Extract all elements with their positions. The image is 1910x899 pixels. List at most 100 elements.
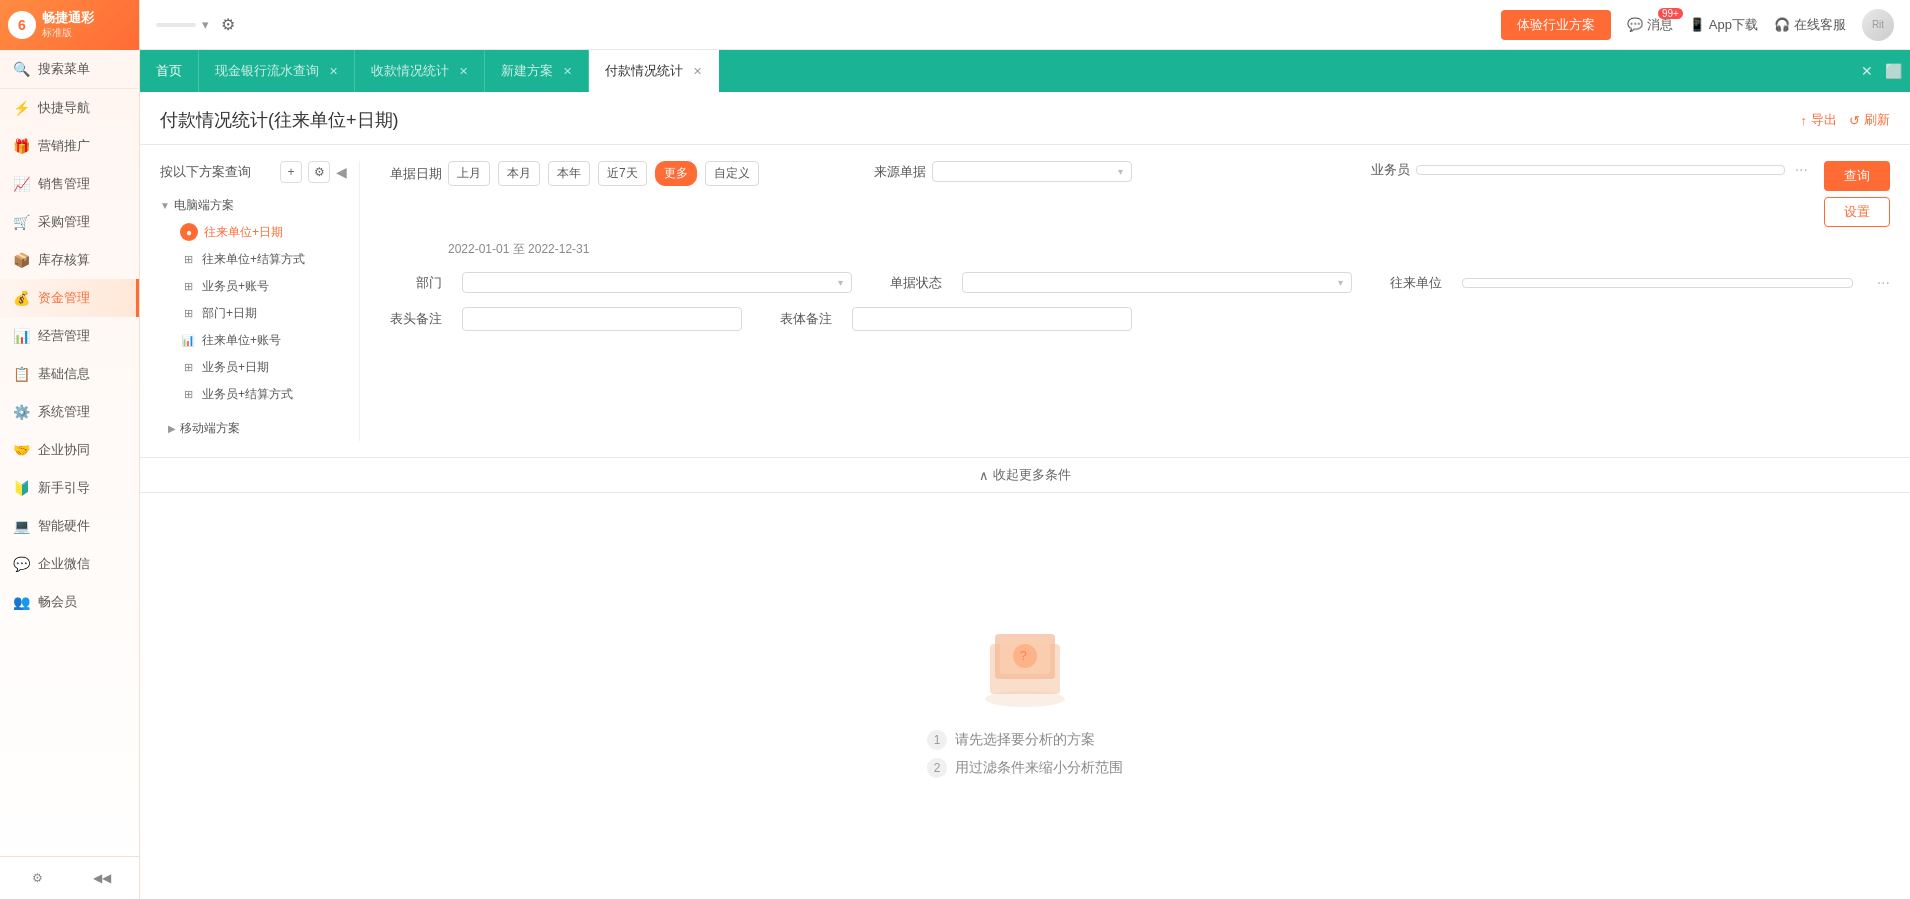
scheme-item-dept-date[interactable]: ⊞ 部门+日期 xyxy=(160,300,347,327)
date-btn-more[interactable]: 更多 xyxy=(655,161,697,186)
scheme-item-staff-date[interactable]: ⊞ 业务员+日期 xyxy=(160,354,347,381)
maximize-window-btn[interactable]: ⬜ xyxy=(1884,62,1902,80)
scheme-item-unit-date[interactable]: ● 往来单位+日期 xyxy=(160,218,347,246)
topbar-icons: 💬 消息 99+ 📱 App下载 🎧 在线客服 Rit xyxy=(1627,9,1894,41)
settings-icon-btn[interactable]: ⚙ xyxy=(221,15,235,34)
filter-settings-btn[interactable]: 设置 xyxy=(1824,197,1890,227)
refresh-button[interactable]: ↺ 刷新 xyxy=(1849,111,1890,129)
tab-home-label: 首页 xyxy=(156,62,182,80)
counterpart-select[interactable] xyxy=(1462,278,1852,288)
date-btn-this-year[interactable]: 本年 xyxy=(548,161,590,186)
sidebar-item-guide[interactable]: 🔰 新手引导 xyxy=(0,469,139,507)
company-selector[interactable]: ▾ xyxy=(156,17,209,32)
tip-num-2: 2 xyxy=(927,758,947,778)
collapse-more-button[interactable]: ∧ 收起更多条件 xyxy=(979,466,1071,484)
service-icon: 🎧 xyxy=(1774,17,1790,32)
scheme-item-icon-unit-account: 📊 xyxy=(180,333,196,349)
main-content: ▾ ⚙ 体验行业方案 💬 消息 99+ 📱 App下载 🎧 xyxy=(140,0,1910,899)
sidebar-item-management[interactable]: 📊 经营管理 xyxy=(0,317,139,355)
voucher-status-label: 单据状态 xyxy=(872,274,942,292)
scheme-item-icon-dept-date: ⊞ xyxy=(180,306,196,322)
scheme-item-label: 往来单位+结算方式 xyxy=(202,251,305,268)
online-service-btn[interactable]: 🎧 在线客服 xyxy=(1774,16,1846,34)
collapse-scheme-btn[interactable]: ◀ xyxy=(336,164,347,180)
scheme-item-unit-account[interactable]: 📊 往来单位+账号 xyxy=(160,327,347,354)
voucher-status-select[interactable]: ▾ xyxy=(962,272,1352,293)
tab-bank-close[interactable]: ✕ xyxy=(329,65,338,78)
online-service-label: 在线客服 xyxy=(1794,16,1846,34)
filter-area: 单据日期 上月 本月 本年 近7天 更多 自定义 xyxy=(372,161,1890,441)
source-label: 来源单据 xyxy=(856,163,926,181)
empty-state: ? 1 请先选择要分析的方案 2 用过滤条件来缩小分析范围 xyxy=(140,493,1910,899)
mobile-scheme-group[interactable]: ▶ 移动端方案 xyxy=(160,416,347,441)
tab-receipts-close[interactable]: ✕ xyxy=(459,65,468,78)
sidebar-item-member[interactable]: 👥 畅会员 xyxy=(0,583,139,621)
purchase-icon: 🛒 xyxy=(12,213,30,231)
tip-text-2: 用过滤条件来缩小分析范围 xyxy=(955,759,1123,777)
settings-footer-btn[interactable]: ⚙ xyxy=(8,865,67,891)
sidebar-item-hardware[interactable]: 💻 智能硬件 xyxy=(0,507,139,545)
header-note-input[interactable] xyxy=(462,307,742,331)
scheme-item-label: 往来单位+日期 xyxy=(204,224,283,241)
date-btn-this-month[interactable]: 本月 xyxy=(498,161,540,186)
tab-new-plan[interactable]: 新建方案 ✕ xyxy=(485,50,589,92)
topbar-actions: 体验行业方案 💬 消息 99+ 📱 App下载 🎧 在线客服 xyxy=(1501,9,1894,41)
staff-more-btn[interactable]: ··· xyxy=(1795,161,1808,179)
tab-bank[interactable]: 现金银行流水查询 ✕ xyxy=(199,50,355,92)
sidebar-item-label: 快捷导航 xyxy=(38,99,90,117)
source-select[interactable]: ▾ xyxy=(932,161,1132,182)
scheme-panel-title: 按以下方案查询 xyxy=(160,163,251,181)
messages-btn[interactable]: 💬 消息 99+ xyxy=(1627,16,1673,34)
sidebar-item-quick-nav[interactable]: ⚡ 快捷导航 xyxy=(0,89,139,127)
query-button[interactable]: 查询 xyxy=(1824,161,1890,191)
sidebar-item-corp[interactable]: 🤝 企业协同 xyxy=(0,431,139,469)
collapse-more-label: 收起更多条件 xyxy=(993,466,1071,484)
page-header: 付款情况统计(往来单位+日期) ↑ 导出 ↺ 刷新 xyxy=(140,92,1910,145)
dept-select[interactable]: ▾ xyxy=(462,272,852,293)
tab-home[interactable]: 首页 xyxy=(140,50,199,92)
body-note-input[interactable] xyxy=(852,307,1132,331)
add-scheme-btn[interactable]: + xyxy=(280,161,302,183)
close-window-btn[interactable]: ✕ xyxy=(1858,62,1876,80)
sidebar-item-inventory[interactable]: 📦 库存核算 xyxy=(0,241,139,279)
sidebar-item-system[interactable]: ⚙️ 系统管理 xyxy=(0,393,139,431)
counterpart-label: 往来单位 xyxy=(1372,274,1442,292)
dept-select-arrow: ▾ xyxy=(838,277,843,288)
tip-text-1: 请先选择要分析的方案 xyxy=(955,731,1095,749)
tip-num-1: 1 xyxy=(927,730,947,750)
settings-scheme-btn[interactable]: ⚙ xyxy=(308,161,330,183)
sidebar-item-label: 资金管理 xyxy=(38,289,90,307)
company-dropdown-icon: ▾ xyxy=(202,17,209,32)
scheme-panel: 按以下方案查询 + ⚙ ◀ ▼ 电脑端方案 ● xyxy=(160,161,360,441)
date-btn-7days[interactable]: 近7天 xyxy=(598,161,647,186)
tabbar-spacer xyxy=(719,50,1850,92)
scheme-item-staff-settlement[interactable]: ⊞ 业务员+结算方式 xyxy=(160,381,347,408)
sidebar-item-label: 搜索菜单 xyxy=(38,60,90,78)
sidebar-item-sales[interactable]: 📈 销售管理 xyxy=(0,165,139,203)
trial-button[interactable]: 体验行业方案 xyxy=(1501,10,1611,40)
sidebar-item-promo[interactable]: 🎁 营销推广 xyxy=(0,127,139,165)
date-btn-last-month[interactable]: 上月 xyxy=(448,161,490,186)
sidebar-item-wechat[interactable]: 💬 企业微信 xyxy=(0,545,139,583)
sidebar-item-purchase[interactable]: 🛒 采购管理 xyxy=(0,203,139,241)
sidebar-item-search[interactable]: 🔍 搜索菜单 xyxy=(0,50,139,89)
date-btn-custom[interactable]: 自定义 xyxy=(705,161,759,186)
tab-payments-close[interactable]: ✕ xyxy=(693,65,702,78)
collapse-sidebar-btn[interactable]: ◀◀ xyxy=(73,865,132,891)
body-note-label: 表体备注 xyxy=(762,310,832,328)
staff-select[interactable] xyxy=(1416,165,1785,175)
user-avatar[interactable]: Rit xyxy=(1862,9,1894,41)
desktop-group-label: 电脑端方案 xyxy=(174,197,234,214)
scheme-item-unit-settlement[interactable]: ⊞ 往来单位+结算方式 xyxy=(160,246,347,273)
desktop-group-header[interactable]: ▼ 电脑端方案 xyxy=(160,193,347,218)
scheme-item-staff-account[interactable]: ⊞ 业务员+账号 xyxy=(160,273,347,300)
counterpart-more-btn[interactable]: ··· xyxy=(1877,274,1890,292)
tab-payments[interactable]: 付款情况统计 ✕ xyxy=(589,50,719,92)
sidebar-item-base-info[interactable]: 📋 基础信息 xyxy=(0,355,139,393)
tab-receipts[interactable]: 收款情况统计 ✕ xyxy=(355,50,485,92)
promo-icon: 🎁 xyxy=(12,137,30,155)
sidebar-item-capital[interactable]: 💰 资金管理 xyxy=(0,279,139,317)
tab-new-plan-close[interactable]: ✕ xyxy=(563,65,572,78)
app-download-btn[interactable]: 📱 App下载 xyxy=(1689,16,1758,34)
export-button[interactable]: ↑ 导出 xyxy=(1801,111,1838,129)
